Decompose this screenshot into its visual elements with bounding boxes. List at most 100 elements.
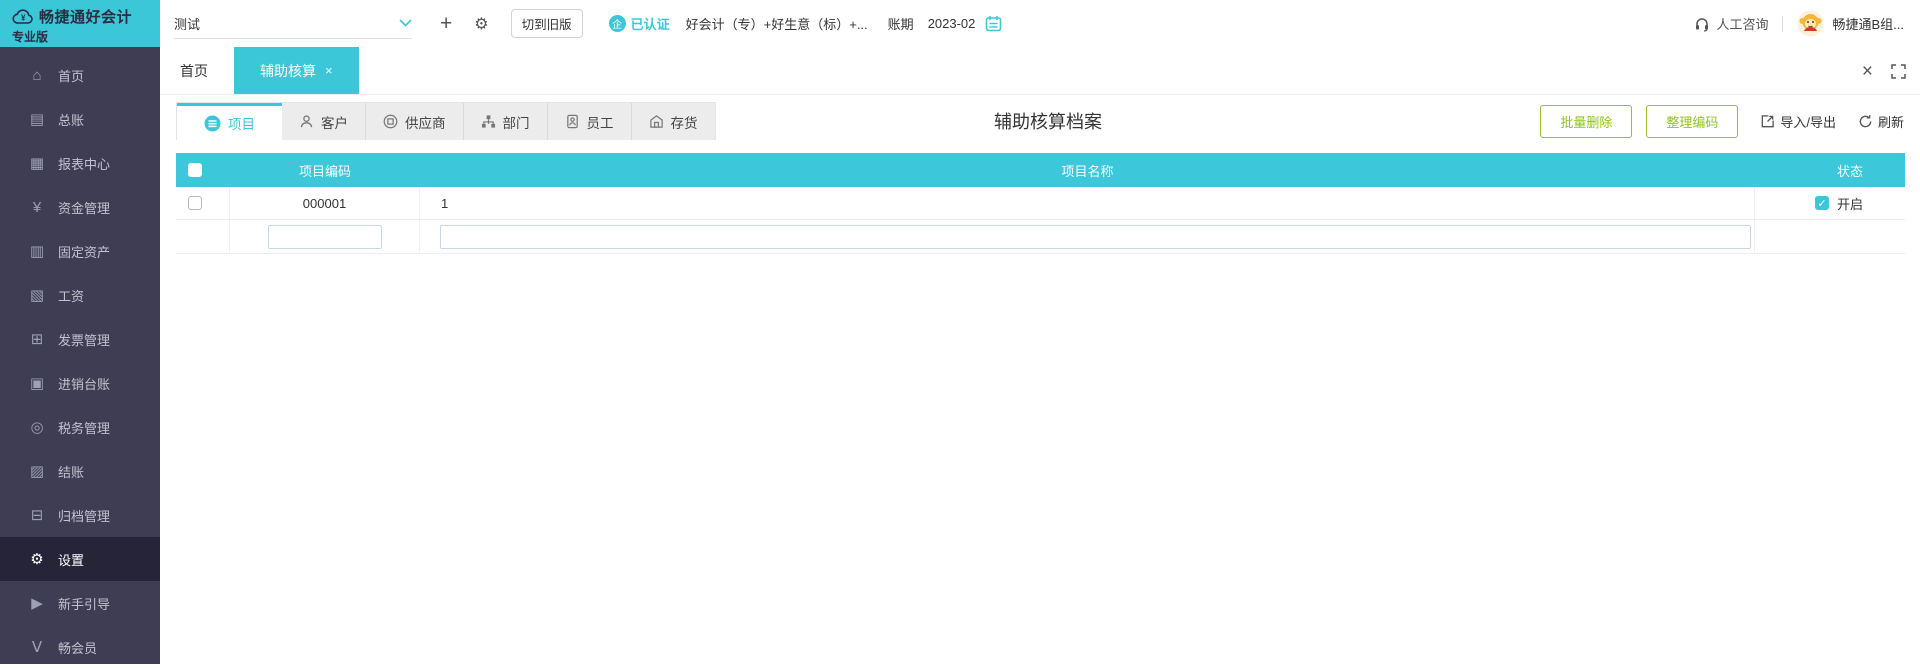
batch-delete-button[interactable]: 批量删除 xyxy=(1540,104,1633,138)
sidebar: ¥ 畅捷通好会计 专业版 ⌂ 首页 ▤ 总账 ▦ 报表中心 ¥ 资金管理 ▥ 固定资产 ▧… xyxy=(0,0,160,664)
period-value[interactable]: 2023-02 xyxy=(928,16,976,31)
headset-icon xyxy=(1694,16,1710,32)
tax-icon: ◎ xyxy=(30,419,44,436)
toolbar: 项目 客户 供应商 部门 员工 存货 辅助核算档案 批量删除 整理编码 导入/导… xyxy=(176,102,1920,140)
account-settings-gear-icon[interactable]: ⚙ xyxy=(474,14,488,34)
sidebar-item-settings[interactable]: ⚙ 设置 xyxy=(0,537,160,581)
product-bundle-label[interactable]: 好会计（专）+好生意（标）+... xyxy=(686,14,868,33)
tab-home[interactable]: 首页 xyxy=(176,47,234,94)
refresh-icon xyxy=(1858,114,1873,129)
column-header-code: 项目编码 xyxy=(298,163,351,179)
switch-old-version-button[interactable]: 切到旧版 xyxy=(510,9,583,38)
sidebar-item-home[interactable]: ⌂ 首页 xyxy=(0,53,160,97)
support-link[interactable]: 人工咨询 xyxy=(1694,14,1768,33)
ledger-icon: ▤ xyxy=(29,111,45,128)
account-select[interactable]: 测试 xyxy=(174,9,412,39)
sidebar-item-payroll[interactable]: ▧ 工资 xyxy=(0,273,160,317)
department-org-icon xyxy=(481,114,496,129)
closing-book-icon: ▨ xyxy=(29,463,45,480)
customer-person-icon xyxy=(299,114,314,129)
import-export-icon xyxy=(1760,114,1775,129)
page-title: 辅助核算档案 xyxy=(994,112,1102,132)
cloud-logo-icon: ¥ xyxy=(12,8,34,25)
column-header-status: 状态 xyxy=(1836,163,1863,179)
organize-codes-button[interactable]: 整理编码 xyxy=(1646,104,1739,138)
topbar-divider xyxy=(1782,15,1784,32)
sidebar-item-funds[interactable]: ¥ 资金管理 xyxy=(0,185,160,229)
subtab-supplier[interactable]: 供应商 xyxy=(365,103,463,140)
period-label: 账期 xyxy=(887,17,914,32)
subtab-inventory[interactable]: 存货 xyxy=(630,103,715,140)
column-header-name: 项目名称 xyxy=(1061,163,1114,179)
import-export-button[interactable]: 导入/导出 xyxy=(1760,112,1836,131)
select-all-checkbox[interactable] xyxy=(188,163,202,177)
sidebar-menu: ⌂ 首页 ▤ 总账 ▦ 报表中心 ¥ 资金管理 ▥ 固定资产 ▧ 工资 ⊞ 发票管理 ▣ 进销台… xyxy=(0,47,160,669)
new-code-input[interactable] xyxy=(267,224,382,249)
invoice-icon: ⊞ xyxy=(30,331,44,348)
refresh-button[interactable]: 刷新 xyxy=(1858,112,1904,131)
sidebar-item-invoices[interactable]: ⊞ 发票管理 xyxy=(0,317,160,361)
table-row[interactable]: 000001 1 开启 xyxy=(176,187,1905,220)
svg-text:¥: ¥ xyxy=(21,13,26,22)
subtab-customer[interactable]: 客户 xyxy=(282,103,365,140)
app-edition: 专业版 xyxy=(12,30,49,44)
supplier-icon xyxy=(383,114,398,129)
user-name: 畅捷通B组... xyxy=(1832,17,1904,32)
sidebar-item-general-ledger[interactable]: ▤ 总账 xyxy=(0,97,160,141)
avatar xyxy=(1797,10,1824,37)
topbar: 测试 + ⚙ 切到旧版 企 已认证 好会计（专）+好生意（标）+... 账期 2… xyxy=(160,0,1920,47)
main-area: 测试 + ⚙ 切到旧版 企 已认证 好会计（专）+好生意（标）+... 账期 2… xyxy=(160,0,1920,664)
content-panel: 项目 客户 供应商 部门 员工 存货 辅助核算档案 批量删除 整理编码 导入/导… xyxy=(160,95,1920,664)
sidebar-item-membership[interactable]: Ⅴ 畅会员 xyxy=(0,625,160,669)
status-enabled-checkbox[interactable] xyxy=(1814,196,1829,210)
ledger-book-icon: ▣ xyxy=(29,375,45,392)
row-code: 000001 xyxy=(230,187,420,219)
new-entry-row xyxy=(176,220,1905,254)
add-account-icon[interactable]: + xyxy=(440,12,452,36)
app-title: 畅捷通好会计 xyxy=(39,9,133,26)
row-checkbox[interactable] xyxy=(188,196,202,210)
sidebar-item-purchase-sales-ledger[interactable]: ▣ 进销台账 xyxy=(0,361,160,405)
vip-icon: Ⅴ xyxy=(31,639,43,656)
sidebar-item-archive[interactable]: ⊟ 归档管理 xyxy=(0,493,160,537)
sidebar-item-fixed-assets[interactable]: ▥ 固定资产 xyxy=(0,229,160,273)
close-icon[interactable]: × xyxy=(1862,62,1873,81)
subtab-strip: 项目 客户 供应商 部门 员工 存货 xyxy=(176,102,716,140)
archive-icon: ⊟ xyxy=(30,507,44,524)
app-window: ¥ 畅捷通好会计 专业版 ⌂ 首页 ▤ 总账 ▦ 报表中心 ¥ 资金管理 ▥ 固定资产 ▧… xyxy=(0,0,1920,664)
user-menu[interactable]: 畅捷通B组... xyxy=(1797,10,1904,37)
table-header: 项目编码 项目名称 状态 xyxy=(176,153,1905,187)
subtab-employee[interactable]: 员工 xyxy=(546,103,631,140)
gear-icon: ⚙ xyxy=(30,551,44,568)
chevron-down-icon xyxy=(399,19,412,27)
subtab-project[interactable]: 项目 xyxy=(177,103,282,140)
building-icon: ▥ xyxy=(29,243,45,260)
payroll-icon: ▧ xyxy=(29,287,45,304)
toolbar-actions: 批量删除 整理编码 导入/导出 刷新 xyxy=(1540,102,1904,140)
row-name: 1 xyxy=(420,187,1755,219)
subtab-department[interactable]: 部门 xyxy=(462,103,547,140)
employee-badge-icon xyxy=(565,114,580,129)
new-name-input[interactable] xyxy=(440,224,1751,249)
project-list-icon xyxy=(204,115,221,132)
sidebar-item-tax[interactable]: ◎ 税务管理 xyxy=(0,405,160,449)
report-chart-icon: ▦ xyxy=(29,155,45,172)
tabbar: 首页 辅助核算 × × xyxy=(160,47,1920,95)
calendar-icon[interactable] xyxy=(985,15,1002,32)
account-name: 测试 xyxy=(174,16,201,32)
status-label: 开启 xyxy=(1836,196,1863,212)
tab-close-icon[interactable]: × xyxy=(325,63,333,78)
app-logo: ¥ 畅捷通好会计 专业版 xyxy=(0,0,160,47)
auxiliary-table: 项目编码 项目名称 状态 000001 1 开启 xyxy=(176,153,1905,254)
tab-auxiliary-accounting[interactable]: 辅助核算 × xyxy=(234,47,359,94)
certified-badge[interactable]: 企 已认证 xyxy=(608,14,670,33)
enterprise-badge-icon: 企 xyxy=(608,15,626,32)
sidebar-item-report-center[interactable]: ▦ 报表中心 xyxy=(0,141,160,185)
play-video-icon: ▶ xyxy=(31,595,43,612)
sidebar-item-beginner-guide[interactable]: ▶ 新手引导 xyxy=(0,581,160,625)
fullscreen-icon[interactable] xyxy=(1891,63,1906,79)
inventory-box-icon xyxy=(649,114,664,129)
money-bag-icon: ¥ xyxy=(32,198,42,216)
sidebar-item-closing[interactable]: ▨ 结账 xyxy=(0,449,160,493)
home-icon: ⌂ xyxy=(32,66,42,84)
